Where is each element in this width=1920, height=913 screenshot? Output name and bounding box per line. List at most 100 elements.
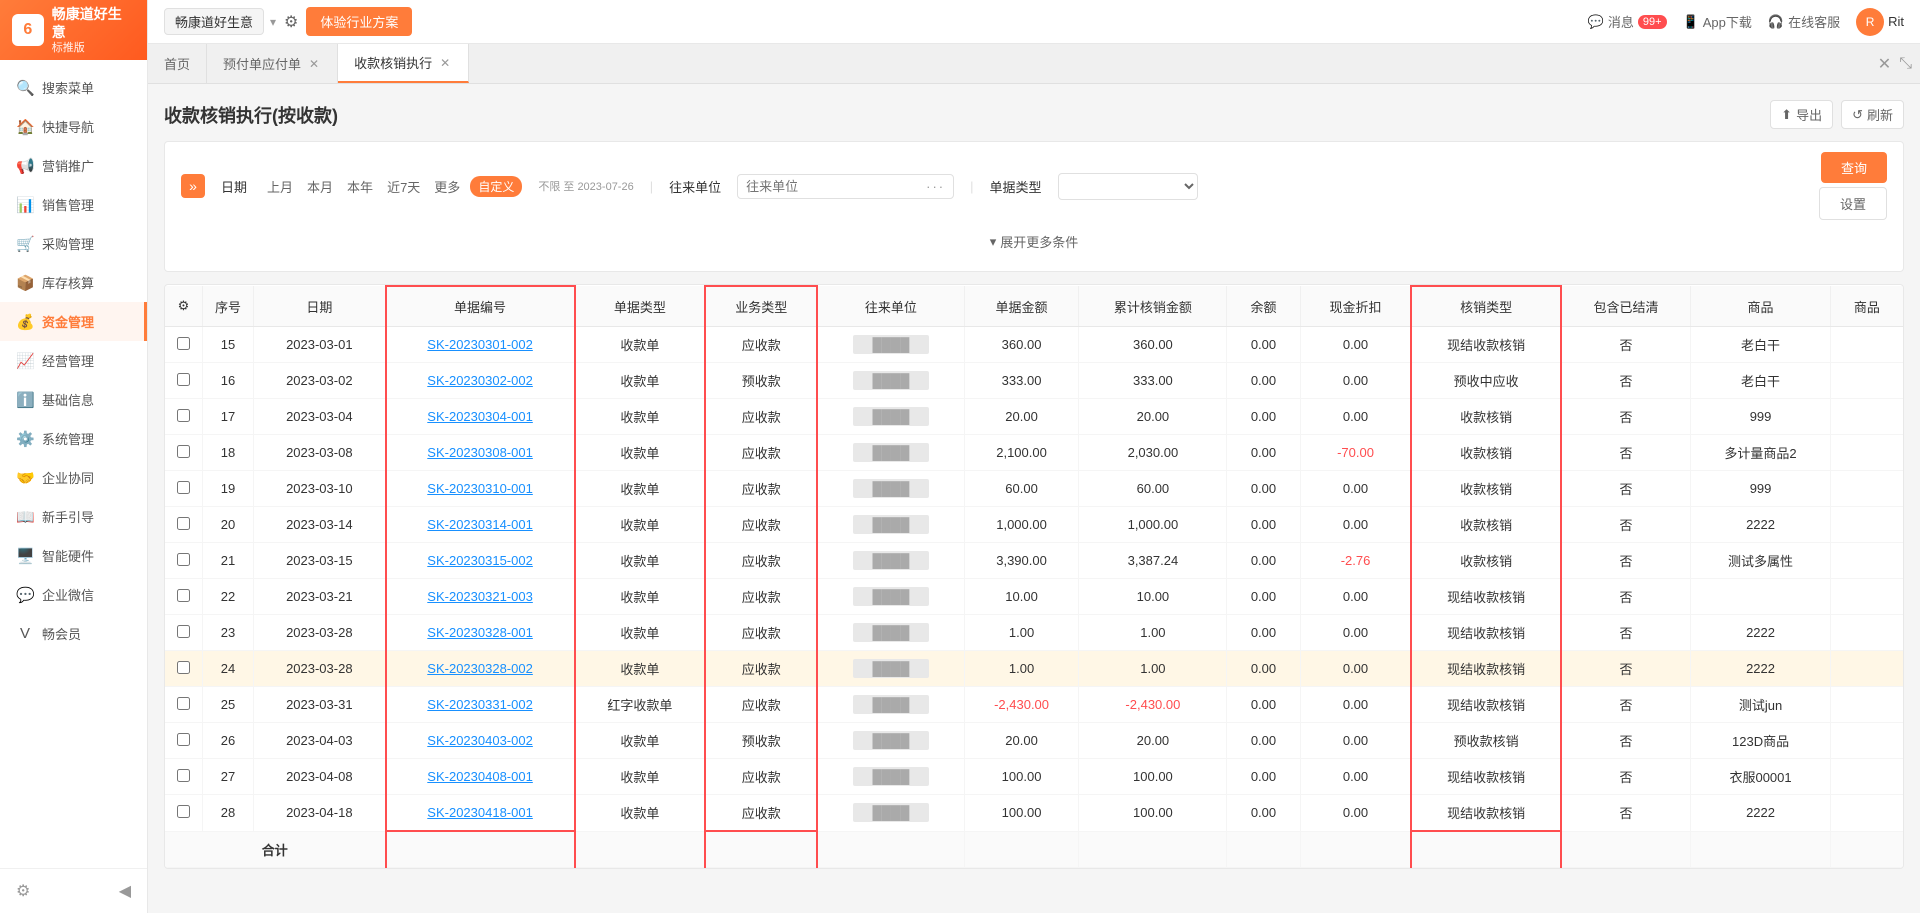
voucher-no-link[interactable]: SK-20230403-002: [427, 733, 533, 748]
sidebar-item-marketing[interactable]: 📢营销推广: [0, 146, 147, 185]
sidebar-label-hardware: 智能硬件: [42, 546, 94, 565]
topbar-gear-icon[interactable]: ⚙: [284, 12, 298, 32]
sidebar-item-guide[interactable]: 📖新手引导: [0, 497, 147, 536]
cell-balance: 0.00: [1227, 543, 1300, 579]
filter-custom-button[interactable]: 自定义: [470, 176, 522, 197]
cell-checkbox[interactable]: [165, 687, 203, 723]
cell-product: 123D商品: [1691, 723, 1831, 759]
sidebar-item-purchase[interactable]: 🛒采购管理: [0, 224, 147, 263]
cell-amount: 1.00: [964, 615, 1079, 651]
cell-product: 多计量商品2: [1691, 435, 1831, 471]
collection-tab-close[interactable]: ✕: [438, 54, 452, 72]
filter-date-more[interactable]: 更多: [430, 175, 464, 198]
filter-date-thisyear[interactable]: 本年: [343, 175, 377, 198]
expand-more-button[interactable]: ▾ 展开更多条件: [984, 226, 1085, 257]
message-item[interactable]: 💬 消息 99+: [1588, 12, 1667, 31]
filter-voucher-label: 单据类型: [990, 177, 1042, 196]
filter-date-7days[interactable]: 近7天: [383, 175, 424, 198]
solution-button[interactable]: 体验行业方案: [306, 7, 412, 36]
cell-checkbox[interactable]: [165, 363, 203, 399]
cell-balance: 0.00: [1227, 651, 1300, 687]
tab-home[interactable]: 首页: [148, 44, 207, 83]
cell-voucher-no: SK-20230321-003: [386, 579, 575, 615]
cell-checkbox[interactable]: [165, 615, 203, 651]
sidebar-item-hardware[interactable]: 🖥️智能硬件: [0, 536, 147, 575]
cell-checkbox[interactable]: [165, 579, 203, 615]
tab-prepay[interactable]: 预付单应付单 ✕: [207, 44, 338, 83]
cell-checkbox[interactable]: [165, 327, 203, 363]
sidebar-item-company[interactable]: 🤝企业协同: [0, 458, 147, 497]
prepay-tab-close[interactable]: ✕: [307, 55, 321, 73]
cell-checkbox[interactable]: [165, 399, 203, 435]
cell-cash-discount: -2.76: [1300, 543, 1411, 579]
filter-query-button[interactable]: 查询: [1821, 152, 1887, 183]
voucher-no-link[interactable]: SK-20230328-002: [427, 661, 533, 676]
cell-checkbox[interactable]: [165, 543, 203, 579]
user-area[interactable]: R Rit: [1856, 8, 1904, 36]
filter-date-range: 不限 至 2023-07-26: [538, 178, 633, 194]
cell-date: 2023-03-14: [254, 507, 386, 543]
voucher-no-link[interactable]: SK-20230302-002: [427, 373, 533, 388]
voucher-no-link[interactable]: SK-20230314-001: [427, 517, 533, 532]
sidebar-item-basic[interactable]: ℹ️基础信息: [0, 380, 147, 419]
filter-separator2: |: [970, 179, 973, 194]
tab-maximize-icon[interactable]: ⤡: [1899, 55, 1912, 73]
settings-icon[interactable]: ⚙: [16, 881, 30, 901]
th-cum-offset: 累计核销金额: [1079, 286, 1227, 327]
tab-close-all-icon[interactable]: ✕: [1878, 54, 1891, 74]
sidebar-item-search[interactable]: 🔍搜索菜单: [0, 68, 147, 107]
cell-biz-type: 应收款: [705, 507, 817, 543]
collapse-icon[interactable]: ◀: [119, 881, 131, 901]
cell-date: 2023-04-18: [254, 795, 386, 832]
cell-offset-type: 现结收款核销: [1411, 579, 1560, 615]
th-gear[interactable]: ⚙: [165, 286, 203, 327]
voucher-no-link[interactable]: SK-20230331-002: [427, 697, 533, 712]
sidebar-item-inventory[interactable]: 📦库存核算: [0, 263, 147, 302]
voucher-no-link[interactable]: SK-20230308-001: [427, 445, 533, 460]
brand-name[interactable]: 畅康道好生意: [164, 8, 264, 35]
voucher-no-link[interactable]: SK-20230304-001: [427, 409, 533, 424]
filter-date-thismonth[interactable]: 本月: [303, 175, 337, 198]
cell-checkbox[interactable]: [165, 651, 203, 687]
voucher-no-link[interactable]: SK-20230315-002: [427, 553, 533, 568]
cell-balance: 0.00: [1227, 579, 1300, 615]
voucher-no-link[interactable]: SK-20230408-001: [427, 769, 533, 784]
sidebar-item-quicknav[interactable]: 🏠快捷导航: [0, 107, 147, 146]
cell-partner: ████: [817, 543, 964, 579]
voucher-no-link[interactable]: SK-20230310-001: [427, 481, 533, 496]
support-item[interactable]: 🎧 在线客服: [1768, 12, 1840, 31]
voucher-no-link[interactable]: SK-20230301-002: [427, 337, 533, 352]
cell-voucher-no: SK-20230408-001: [386, 759, 575, 795]
filter-voucher-select[interactable]: [1058, 173, 1198, 200]
voucher-no-link[interactable]: SK-20230418-001: [427, 805, 533, 820]
sidebar-item-system[interactable]: ⚙️系统管理: [0, 419, 147, 458]
cell-checkbox[interactable]: [165, 723, 203, 759]
app-download-item[interactable]: 📱 App下载: [1683, 12, 1752, 31]
filter-customer-input-area[interactable]: ···: [737, 174, 954, 199]
sidebar-icon-quicknav: 🏠: [16, 118, 34, 136]
cell-checkbox[interactable]: [165, 759, 203, 795]
sidebar-item-finance[interactable]: 💰资金管理: [0, 302, 147, 341]
voucher-no-link[interactable]: SK-20230328-001: [427, 625, 533, 640]
filter-toggle-button[interactable]: »: [181, 174, 205, 198]
export-button[interactable]: ⬆ 导出: [1770, 100, 1833, 129]
filter-date-lastmonth[interactable]: 上月: [263, 175, 297, 198]
cell-checkbox[interactable]: [165, 795, 203, 832]
topbar-chevron-icon[interactable]: ▾: [270, 15, 276, 29]
support-icon: 🎧: [1768, 14, 1784, 30]
sidebar-item-operation[interactable]: 📈经营管理: [0, 341, 147, 380]
sidebar-item-member[interactable]: V畅会员: [0, 614, 147, 653]
tab-collection[interactable]: 收款核销执行 ✕: [338, 44, 469, 83]
cell-checkbox[interactable]: [165, 507, 203, 543]
sidebar-item-sales[interactable]: 📊销售管理: [0, 185, 147, 224]
voucher-no-link[interactable]: SK-20230321-003: [427, 589, 533, 604]
filter-separator: |: [650, 179, 653, 194]
sidebar-item-wechat[interactable]: 💬企业微信: [0, 575, 147, 614]
cell-checkbox[interactable]: [165, 471, 203, 507]
cell-voucher-type: 收款单: [575, 327, 706, 363]
filter-setting-button[interactable]: 设置: [1819, 187, 1887, 220]
cell-checkbox[interactable]: [165, 435, 203, 471]
filter-customer-input[interactable]: [746, 179, 922, 194]
sidebar-icon-basic: ℹ️: [16, 391, 34, 409]
refresh-button[interactable]: ↺ 刷新: [1841, 100, 1904, 129]
